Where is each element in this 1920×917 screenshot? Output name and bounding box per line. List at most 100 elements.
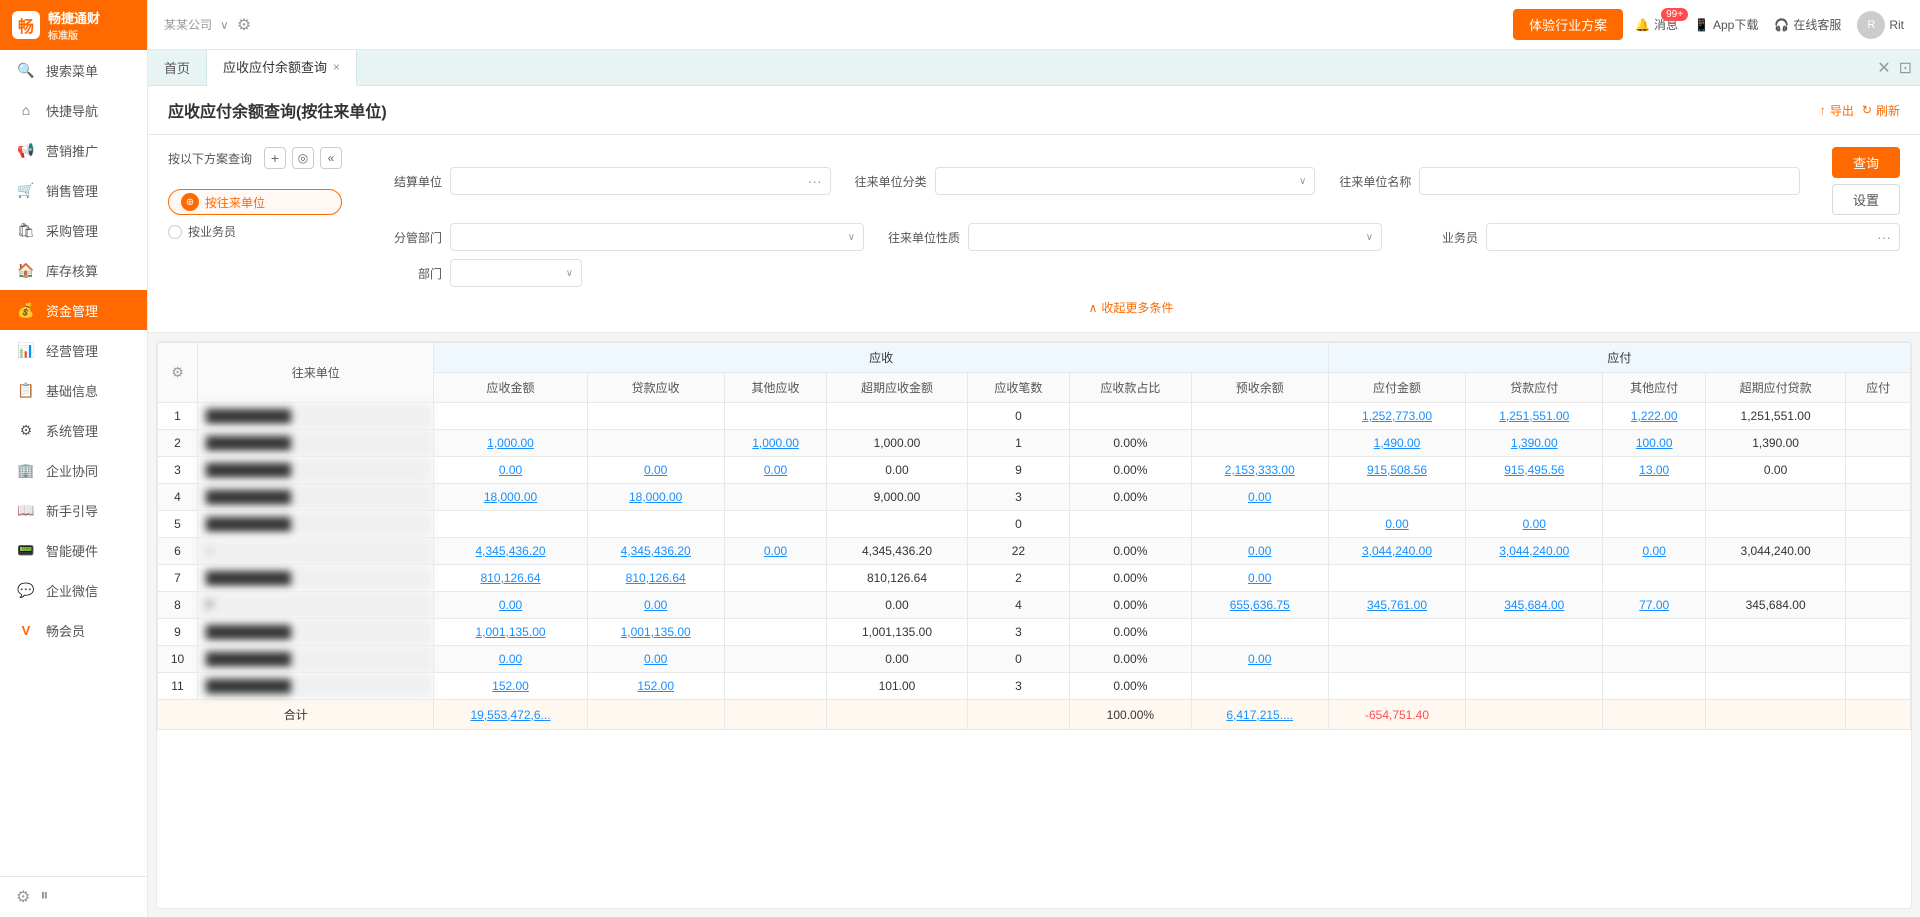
table-cell[interactable]: 0.00 [724,538,827,565]
table-cell[interactable]: 0.00 [434,646,587,673]
row-partner[interactable]: ██████████ [198,457,434,484]
table-cell[interactable]: 0.00 [434,457,587,484]
table-cell[interactable]: 0.00 [1191,538,1328,565]
sidebar-item-sales[interactable]: 🛒 销售管理 [0,170,147,210]
notice-button[interactable]: 🔔 消息 99+ [1635,16,1678,33]
table-cell[interactable]: 345,761.00 [1328,592,1465,619]
table-cell[interactable]: 810,126.64 [587,565,724,592]
salesman-dots-icon[interactable]: ··· [1877,229,1891,245]
table-cell[interactable]: 1,222.00 [1603,403,1706,430]
sidebar-item-hardware[interactable]: 📟 智能硬件 [0,530,147,570]
filter-set-button[interactable]: ◎ [292,147,314,169]
sidebar-settings-icon[interactable]: ⚙ [16,887,30,907]
table-cell[interactable]: 655,636.75 [1191,592,1328,619]
filter-scheme-salesman[interactable]: 按业务员 [168,223,342,240]
table-cell[interactable]: 18,000.00 [434,484,587,511]
table-cell[interactable]: 0.00 [587,457,724,484]
table-cell[interactable]: 77.00 [1603,592,1706,619]
partner-name-input[interactable] [1419,167,1800,195]
footer-receivable-amount[interactable]: 19,553,472,6... [434,700,587,730]
tab-home[interactable]: 首页 [148,50,207,86]
filter-scheme-partner[interactable]: ⊕ 按往来单位 [168,189,342,215]
table-cell[interactable]: 0.00 [724,457,827,484]
table-cell[interactable]: 0.00 [1603,538,1706,565]
row-partner[interactable]: ██████████ [198,484,434,511]
sidebar-item-guide[interactable]: 📖 新手引导 [0,490,147,530]
table-cell[interactable]: 100.00 [1603,430,1706,457]
sidebar-item-base[interactable]: 📋 基础信息 [0,370,147,410]
filter-add-button[interactable]: + [264,147,286,169]
row-partner[interactable]: ██████████ [198,646,434,673]
table-cell[interactable]: 1,000.00 [434,430,587,457]
table-cell[interactable]: 345,684.00 [1466,592,1603,619]
table-cell[interactable]: 0.00 [1328,511,1465,538]
table-cell[interactable]: 0.00 [587,646,724,673]
online-service-button[interactable]: 🎧 在线客服 [1774,16,1841,33]
table-cell[interactable]: 152.00 [434,673,587,700]
header-gear-icon[interactable]: ⚙ [237,15,251,35]
sidebar-item-enterprise[interactable]: 🏢 企业协同 [0,450,147,490]
row-partner[interactable]: P [198,592,434,619]
row-partner[interactable]: ~ [198,538,434,565]
sidebar-item-wechat[interactable]: 💬 企业微信 [0,570,147,610]
trial-button[interactable]: 体验行业方案 [1513,9,1623,40]
table-cell[interactable]: 1,490.00 [1328,430,1465,457]
table-cell[interactable]: 0.00 [1191,484,1328,511]
app-download-button[interactable]: 📱 App下载 [1694,16,1758,33]
row-partner[interactable]: ██████████ [198,511,434,538]
partner-category-select[interactable]: ∨ [935,167,1316,195]
partner-nature-select[interactable]: ∨ [968,223,1382,251]
table-cell[interactable]: 1,251,551.00 [1466,403,1603,430]
refresh-button[interactable]: ↻ 刷新 [1862,102,1900,119]
table-cell[interactable]: 915,508.56 [1328,457,1465,484]
table-cell[interactable]: 4,345,436.20 [587,538,724,565]
table-cell[interactable]: 2,153,333.00 [1191,457,1328,484]
table-cell[interactable]: 18,000.00 [587,484,724,511]
table-header-setting[interactable]: ⚙ [158,343,198,403]
row-partner[interactable]: ██████████ [198,565,434,592]
table-cell[interactable]: 4,345,436.20 [434,538,587,565]
table-cell[interactable]: 1,252,773.00 [1328,403,1465,430]
row-partner[interactable]: ██████████ [198,619,434,646]
settings-button[interactable]: 设置 [1832,184,1900,215]
sidebar-item-operation[interactable]: 📊 经营管理 [0,330,147,370]
expand-window-icon[interactable]: ⊡ [1899,58,1912,78]
sidebar-item-vip[interactable]: V 畅会员 [0,610,147,650]
table-cell[interactable]: 0.00 [1191,646,1328,673]
sidebar-collapse-icon[interactable]: ⏸ [40,887,48,907]
collapse-more-button[interactable]: ∧ 收起更多条件 [362,295,1900,320]
filter-collapse-button[interactable]: « [320,147,342,169]
table-cell[interactable]: 1,390.00 [1466,430,1603,457]
sidebar-item-purchase[interactable]: 🛍 采购管理 [0,210,147,250]
sidebar-item-finance[interactable]: 💰 资金管理 [0,290,147,330]
table-gear-icon[interactable]: ⚙ [171,364,184,380]
footer-advance-balance[interactable]: 6,417,215.... [1191,700,1328,730]
table-cell[interactable]: 0.00 [434,592,587,619]
table-cell[interactable]: 1,001,135.00 [587,619,724,646]
sidebar-item-search[interactable]: 🔍 搜索菜单 [0,50,147,90]
sidebar-item-inventory[interactable]: 🏠 库存核算 [0,250,147,290]
close-window-icon[interactable]: ✕ [1877,58,1890,78]
tab-close-icon[interactable]: × [333,60,340,74]
row-partner[interactable]: ██████████ [198,430,434,457]
export-button[interactable]: ↑ 导出 [1820,102,1854,119]
table-cell[interactable]: 152.00 [587,673,724,700]
table-cell[interactable]: 0.00 [1466,511,1603,538]
row-partner[interactable]: ██████████ [198,673,434,700]
table-cell[interactable]: 810,126.64 [434,565,587,592]
salesman-input[interactable]: ··· [1486,223,1900,251]
row-partner[interactable]: ██████████ [198,403,434,430]
sidebar-item-marketing[interactable]: 📢 营销推广 [0,130,147,170]
dept-manager-select[interactable]: ∨ [450,223,864,251]
user-menu[interactable]: R Rit [1857,11,1904,39]
settlement-dots-icon[interactable]: ··· [808,173,822,189]
sidebar-item-system[interactable]: ⚙ 系统管理 [0,410,147,450]
sidebar-item-nav[interactable]: ⌂ 快捷导航 [0,90,147,130]
table-cell[interactable]: 3,044,240.00 [1328,538,1465,565]
query-button[interactable]: 查询 [1832,147,1900,178]
tab-receivable[interactable]: 应收应付余额查询 × [207,50,357,86]
table-cell[interactable]: 915,495.56 [1466,457,1603,484]
table-cell[interactable]: 1,000.00 [724,430,827,457]
table-cell[interactable]: 1,001,135.00 [434,619,587,646]
table-cell[interactable]: 3,044,240.00 [1466,538,1603,565]
